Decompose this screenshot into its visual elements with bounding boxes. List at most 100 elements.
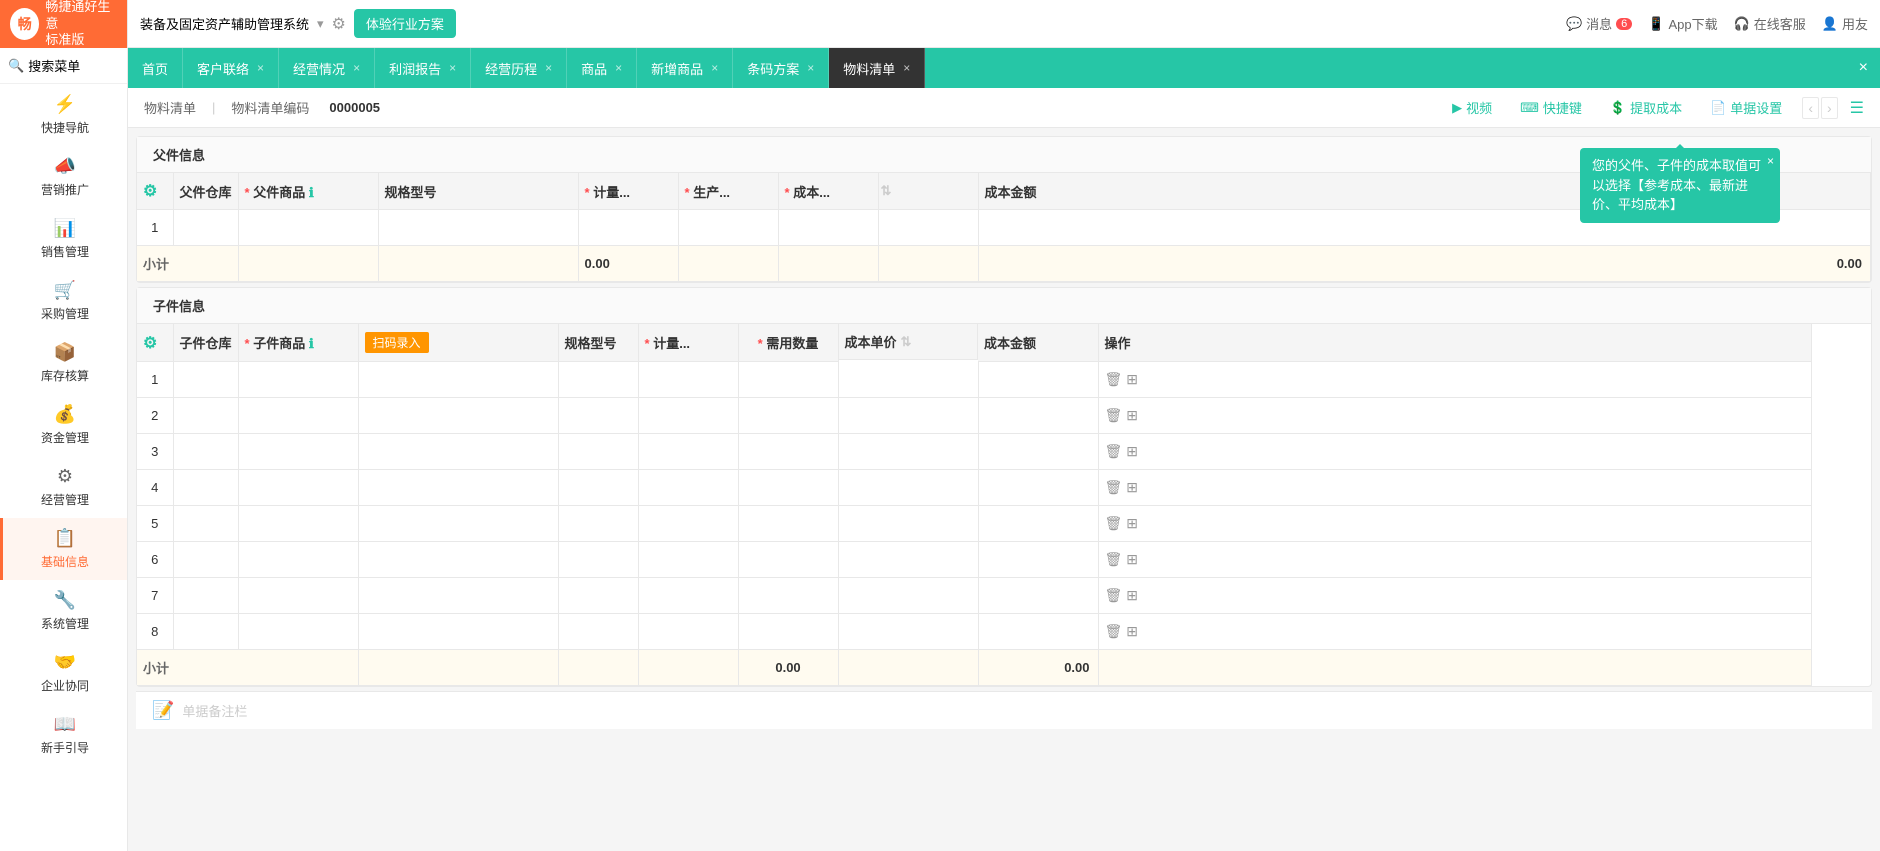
delete-icon[interactable]: 🗑 (1105, 515, 1123, 532)
child-qty-cell[interactable] (738, 506, 838, 542)
child-unit-cell[interactable] (638, 506, 738, 542)
delete-icon[interactable]: 🗑 (1105, 479, 1123, 496)
tab-ops-history[interactable]: 经营历程 × (471, 48, 567, 88)
sidebar-item-operations[interactable]: ⚙ 经营管理 (0, 456, 127, 518)
tab-operations-status[interactable]: 经营情况 × (279, 48, 375, 88)
child-qty-cell[interactable] (738, 614, 838, 650)
delete-icon[interactable]: 🗑 (1105, 551, 1123, 568)
sidebar-item-sales[interactable]: 📊 销售管理 (0, 208, 127, 270)
child-product-cell[interactable] (238, 614, 358, 650)
tab-new-product[interactable]: 新增商品 × (637, 48, 733, 88)
tab-products-close-icon[interactable]: × (615, 61, 622, 75)
tab-barcode-close-icon[interactable]: × (807, 61, 814, 75)
child-spec-cell[interactable] (558, 434, 638, 470)
trial-button[interactable]: 体验行业方案 (354, 9, 456, 38)
tab-customer-close-icon[interactable]: × (257, 61, 264, 75)
delete-icon[interactable]: 🗑 (1105, 623, 1123, 640)
tab-customer[interactable]: 客户联络 × (183, 48, 279, 88)
sidebar-item-inventory[interactable]: 📦 库存核算 (0, 332, 127, 394)
extract-cost-button[interactable]: 💲 提取成本 (1602, 94, 1690, 121)
app-download-action[interactable]: 📱 App下载 (1648, 14, 1717, 33)
user-action[interactable]: 👤 用友 (1822, 14, 1868, 33)
copy-icon[interactable]: ⊞ (1126, 407, 1138, 424)
child-qty-cell[interactable] (738, 470, 838, 506)
child-spec-cell[interactable] (558, 578, 638, 614)
tooltip-close-button[interactable]: × (1767, 152, 1774, 170)
gear-icon[interactable]: ⚙ (332, 14, 346, 34)
message-action[interactable]: 💬 消息 6 (1566, 14, 1632, 33)
tab-new-product-close-icon[interactable]: × (711, 61, 718, 75)
child-unit-cell[interactable] (638, 470, 738, 506)
child-unit-cell[interactable] (638, 362, 738, 398)
child-warehouse-cell[interactable] (173, 362, 238, 398)
copy-icon[interactable]: ⊞ (1126, 623, 1138, 640)
close-all-icon[interactable]: × (1847, 59, 1880, 77)
child-spec-cell[interactable] (558, 542, 638, 578)
prev-arrow-icon[interactable]: ‹ (1802, 97, 1819, 119)
sidebar-item-guide[interactable]: 📖 新手引导 (0, 704, 127, 766)
child-spec-cell[interactable] (558, 398, 638, 434)
child-warehouse-cell[interactable] (173, 614, 238, 650)
child-warehouse-cell[interactable] (173, 434, 238, 470)
tab-ops-history-close-icon[interactable]: × (545, 61, 552, 75)
single-settings-button[interactable]: 📄 单据设置 (1702, 94, 1790, 121)
child-product-cell[interactable] (238, 506, 358, 542)
child-product-cell[interactable] (238, 470, 358, 506)
shortcut-button[interactable]: ⌨ 快捷键 (1512, 94, 1590, 121)
copy-icon[interactable]: ⊞ (1126, 371, 1138, 388)
copy-icon[interactable]: ⊞ (1126, 587, 1138, 604)
delete-icon[interactable]: 🗑 (1105, 587, 1123, 604)
scan-input-button[interactable]: 扫码录入 (365, 332, 429, 353)
child-product-cell[interactable] (238, 542, 358, 578)
sidebar-item-collab[interactable]: 🤝 企业协同 (0, 642, 127, 704)
parent-cost-cell[interactable] (778, 210, 878, 246)
tab-profit-report-close-icon[interactable]: × (449, 61, 456, 75)
search-menu[interactable]: 🔍 搜索菜单 (0, 48, 127, 84)
child-spec-cell[interactable] (558, 614, 638, 650)
child-warehouse-cell[interactable] (173, 578, 238, 614)
copy-icon[interactable]: ⊞ (1126, 479, 1138, 496)
parent-product-cell[interactable] (238, 210, 378, 246)
tab-home[interactable]: 首页 (128, 48, 183, 88)
child-spec-cell[interactable] (558, 506, 638, 542)
child-qty-cell[interactable] (738, 362, 838, 398)
child-product-cell[interactable] (238, 434, 358, 470)
parent-col-settings[interactable]: ⚙ (137, 173, 173, 210)
tab-bom-close-icon[interactable]: × (903, 61, 910, 75)
parent-warehouse-cell[interactable] (173, 210, 238, 246)
tab-barcode[interactable]: 条码方案 × (733, 48, 829, 88)
child-unit-cell[interactable] (638, 542, 738, 578)
next-arrow-icon[interactable]: › (1821, 97, 1838, 119)
child-qty-cell[interactable] (738, 542, 838, 578)
child-warehouse-cell[interactable] (173, 506, 238, 542)
delete-icon[interactable]: 🗑 (1105, 443, 1123, 460)
child-unit-cell[interactable] (638, 398, 738, 434)
online-service-action[interactable]: 🎧 在线客服 (1734, 14, 1806, 33)
child-warehouse-cell[interactable] (173, 470, 238, 506)
child-product-cell[interactable] (238, 362, 358, 398)
child-spec-cell[interactable] (558, 470, 638, 506)
child-unit-cell[interactable] (638, 578, 738, 614)
parent-production-cell[interactable] (678, 210, 778, 246)
sidebar-item-basic-info[interactable]: 📋 基础信息 (0, 518, 127, 580)
child-warehouse-cell[interactable] (173, 398, 238, 434)
tab-products[interactable]: 商品 × (567, 48, 637, 88)
tab-operations-status-close-icon[interactable]: × (353, 61, 360, 75)
child-warehouse-cell[interactable] (173, 542, 238, 578)
parent-spec-cell[interactable] (378, 210, 578, 246)
breadcrumb-bom[interactable]: 物料清单 (144, 98, 196, 117)
grid-view-icon[interactable]: ☰ (1850, 98, 1864, 118)
delete-icon[interactable]: 🗑 (1105, 407, 1123, 424)
child-product-cell[interactable] (238, 578, 358, 614)
copy-icon[interactable]: ⊞ (1126, 515, 1138, 532)
parent-unit-cell[interactable] (578, 210, 678, 246)
child-qty-cell[interactable] (738, 434, 838, 470)
copy-icon[interactable]: ⊞ (1126, 443, 1138, 460)
delete-icon[interactable]: 🗑 (1105, 371, 1123, 388)
child-unit-cell[interactable] (638, 614, 738, 650)
tab-bom[interactable]: 物料清单 × (829, 48, 925, 88)
view-video-button[interactable]: ▶ 视频 (1444, 94, 1500, 121)
child-qty-cell[interactable] (738, 398, 838, 434)
child-unit-cell[interactable] (638, 434, 738, 470)
child-spec-cell[interactable] (558, 362, 638, 398)
